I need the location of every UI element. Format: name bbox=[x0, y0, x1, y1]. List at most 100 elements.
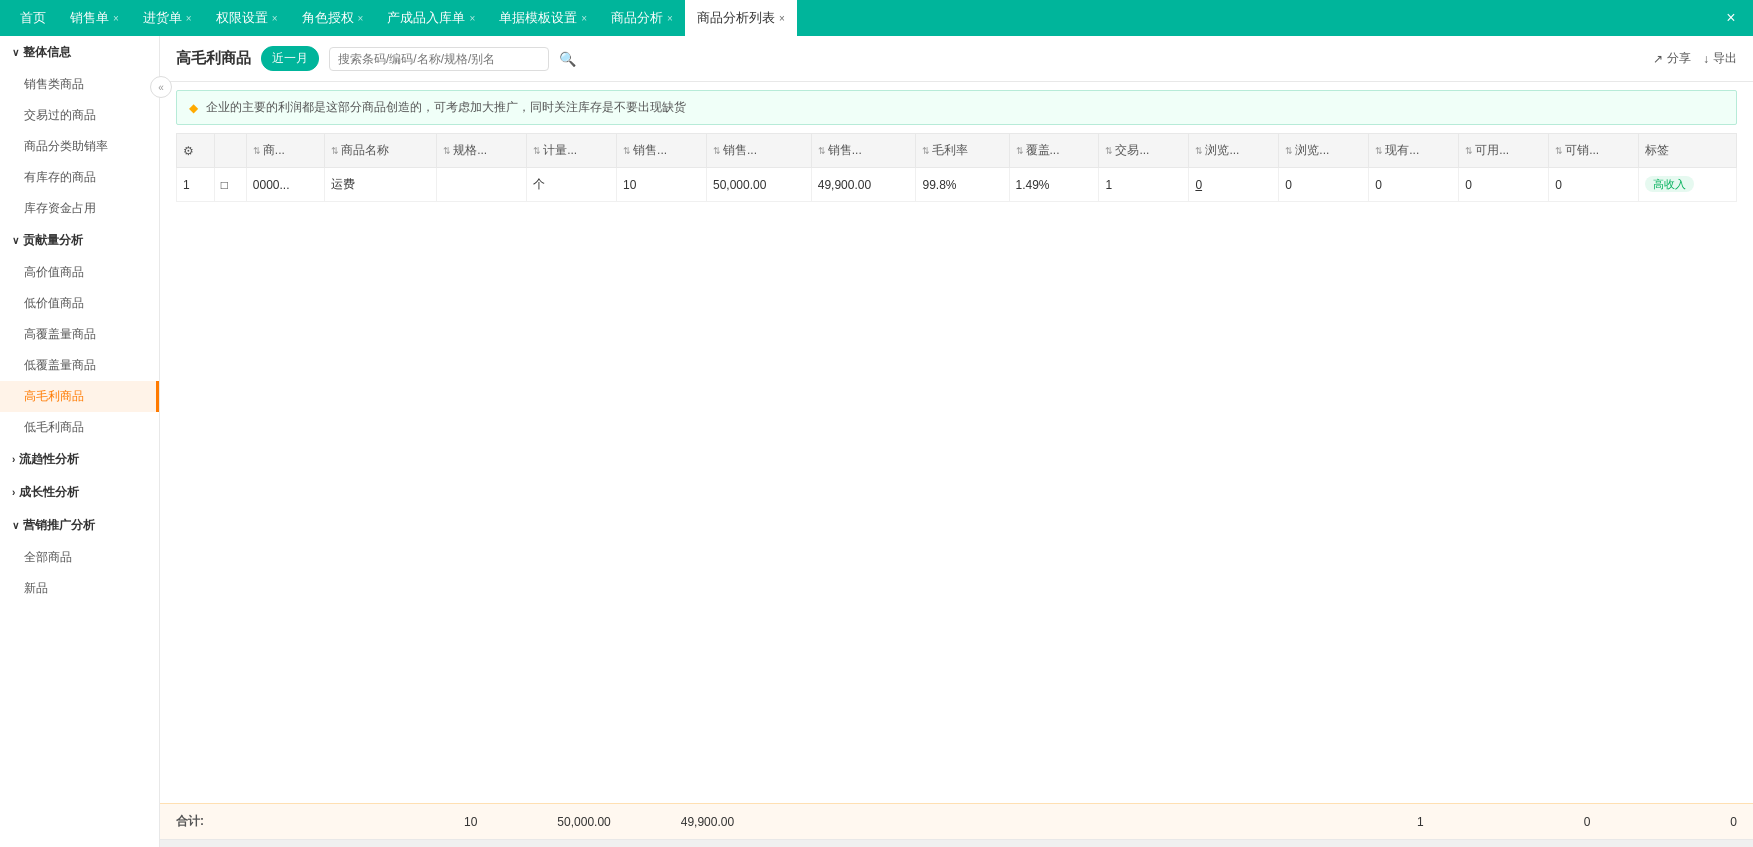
topnav-item-销售单[interactable]: 销售单 × bbox=[58, 0, 131, 36]
sidebar-group-arrow: ∨ bbox=[12, 47, 19, 58]
col-header-gross_margin[interactable]: ⇅毛利率 bbox=[916, 134, 1009, 168]
col-header-name[interactable]: ⇅商品名称 bbox=[325, 134, 437, 168]
sidebar-group-label: 流趋性分析 bbox=[19, 451, 79, 468]
sidebar-item-低毛利商品[interactable]: 低毛利商品 bbox=[0, 412, 159, 443]
sidebar-item-高毛利商品[interactable]: 高毛利商品 bbox=[0, 381, 159, 412]
sidebar-item-高覆盖量商品[interactable]: 高覆盖量商品 bbox=[0, 319, 159, 350]
horizontal-scrollbar[interactable] bbox=[160, 839, 1753, 847]
col-header-available[interactable]: ⇅可用... bbox=[1459, 134, 1549, 168]
cell-index: 1 bbox=[177, 168, 215, 202]
topnav-close-icon[interactable]: × bbox=[272, 13, 278, 24]
col-header-sellable[interactable]: ⇅可销... bbox=[1549, 134, 1639, 168]
topnav-item-单据模板设置[interactable]: 单据模板设置 × bbox=[487, 0, 599, 36]
sidebar: ∨ 整体信息销售类商品交易过的商品商品分类助销率有库存的商品库存资金占用 ∨ 贡献量分… bbox=[0, 36, 160, 847]
info-banner: ◆ 企业的主要的利润都是这部分商品创造的，可考虑加大推广，同时关注库存是不要出现… bbox=[176, 90, 1737, 125]
browse-link[interactable]: 0 bbox=[1195, 178, 1202, 192]
cell-sales_profit: 49,900.00 bbox=[811, 168, 916, 202]
topnav-item-进货单[interactable]: 进货单 × bbox=[131, 0, 204, 36]
sort-icon: ⇅ bbox=[1375, 146, 1383, 156]
window-close-button[interactable]: × bbox=[1717, 4, 1745, 32]
sidebar-group-贡献量分析[interactable]: ∨ 贡献量分析 bbox=[0, 224, 159, 257]
search-input[interactable] bbox=[329, 47, 549, 71]
topnav-close-icon[interactable]: × bbox=[186, 13, 192, 24]
topnav-close-icon[interactable]: × bbox=[469, 13, 475, 24]
sort-icon: ⇅ bbox=[443, 146, 451, 156]
cell-available: 0 bbox=[1459, 168, 1549, 202]
cell-sales_amount: 50,000.00 bbox=[707, 168, 812, 202]
sidebar-group-营销推广分析[interactable]: ∨营销推广分析 bbox=[0, 509, 159, 542]
sidebar-item-低覆盖量商品[interactable]: 低覆盖量商品 bbox=[0, 350, 159, 381]
sort-icon: ⇅ bbox=[713, 146, 721, 156]
col-header-browse2[interactable]: ⇅浏览... bbox=[1279, 134, 1369, 168]
sort-icon: ⇅ bbox=[922, 146, 930, 156]
sidebar-group-label: 贡献量分析 bbox=[23, 232, 83, 249]
export-button[interactable]: ↓ 导出 bbox=[1703, 50, 1737, 67]
table-footer: 合计: 10 50,000.00 49,900.00 1 0 0 bbox=[160, 803, 1753, 839]
sidebar-group-arrow: › bbox=[12, 454, 15, 465]
sort-icon: ⇅ bbox=[1555, 146, 1563, 156]
cell-checkbox[interactable]: □ bbox=[214, 168, 246, 202]
table-wrapper[interactable]: ⚙⇅商...⇅商品名称⇅规格...⇅计量...⇅销售...⇅销售...⇅销售..… bbox=[160, 133, 1753, 803]
topnav-close-icon[interactable]: × bbox=[779, 13, 785, 24]
cell-browse2: 0 bbox=[1279, 168, 1369, 202]
tag-label: 高收入 bbox=[1645, 176, 1694, 192]
cell-code: 0000... bbox=[246, 168, 324, 202]
col-header-trade[interactable]: ⇅交易... bbox=[1099, 134, 1189, 168]
topnav-item-产成品入库单[interactable]: 产成品入库单 × bbox=[375, 0, 487, 36]
sidebar-group-整体信息[interactable]: ∨ 整体信息 bbox=[0, 36, 159, 69]
header-actions: ↗ 分享 ↓ 导出 bbox=[1653, 50, 1737, 67]
cell-sales_count: 10 bbox=[617, 168, 707, 202]
sidebar-item-有库存的商品[interactable]: 有库存的商品 bbox=[0, 162, 159, 193]
cell-current: 0 bbox=[1369, 168, 1459, 202]
sort-icon: ⇅ bbox=[1465, 146, 1473, 156]
sidebar-group-label: 整体信息 bbox=[23, 44, 71, 61]
col-header-coverage[interactable]: ⇅覆盖... bbox=[1009, 134, 1099, 168]
footer-sales-count: 10 bbox=[464, 815, 477, 829]
topnav-item-商品分析[interactable]: 商品分析 × bbox=[599, 0, 685, 36]
col-header-spec[interactable]: ⇅规格... bbox=[437, 134, 527, 168]
col-header-sales_amount[interactable]: ⇅销售... bbox=[707, 134, 812, 168]
col-header-sales_profit[interactable]: ⇅销售... bbox=[811, 134, 916, 168]
sidebar-item-高价值商品[interactable]: 高价值商品 bbox=[0, 257, 159, 288]
col-header-browse1[interactable]: ⇅浏览... bbox=[1189, 134, 1279, 168]
share-button[interactable]: ↗ 分享 bbox=[1653, 50, 1691, 67]
footer-sales-amount: 50,000.00 bbox=[557, 815, 610, 829]
col-header-code[interactable]: ⇅商... bbox=[246, 134, 324, 168]
topnav-item-首页[interactable]: 首页 bbox=[8, 0, 58, 36]
col-header-unit[interactable]: ⇅计量... bbox=[527, 134, 617, 168]
col-header-sales_count[interactable]: ⇅销售... bbox=[617, 134, 707, 168]
main-layout: ∨ 整体信息销售类商品交易过的商品商品分类助销率有库存的商品库存资金占用 ∨ 贡献量分… bbox=[0, 36, 1753, 847]
sidebar-item-全部商品[interactable]: 全部商品 bbox=[0, 542, 159, 573]
topnav-item-角色授权[interactable]: 角色授权 × bbox=[290, 0, 376, 36]
sidebar-group-流趋性分析[interactable]: › 流趋性分析 bbox=[0, 443, 159, 476]
share-icon: ↗ bbox=[1653, 52, 1663, 66]
cell-spec bbox=[437, 168, 527, 202]
sidebar-item-新品[interactable]: 新品 bbox=[0, 573, 159, 604]
footer-current: 0 bbox=[1584, 815, 1591, 829]
col-header-current[interactable]: ⇅现有... bbox=[1369, 134, 1459, 168]
sort-icon: ⇅ bbox=[818, 146, 826, 156]
sidebar-item-销售类商品[interactable]: 销售类商品 bbox=[0, 69, 159, 100]
search-button[interactable]: 🔍 bbox=[559, 51, 576, 67]
info-text: 企业的主要的利润都是这部分商品创造的，可考虑加大推广，同时关注库存是不要出现缺货 bbox=[206, 99, 686, 116]
topnav-close-icon[interactable]: × bbox=[113, 13, 119, 24]
cell-gross_margin: 99.8% bbox=[916, 168, 1009, 202]
sidebar-item-库存资金占用[interactable]: 库存资金占用 bbox=[0, 193, 159, 224]
cell-browse1[interactable]: 0 bbox=[1189, 168, 1279, 202]
topnav-close-icon[interactable]: × bbox=[667, 13, 673, 24]
sidebar-group-成长性分析[interactable]: ›成长性分析 bbox=[0, 476, 159, 509]
filter-recent-month[interactable]: 近一月 bbox=[261, 46, 319, 71]
topnav-close-icon[interactable]: × bbox=[581, 13, 587, 24]
topnav-item-商品分析列表[interactable]: 商品分析列表 × bbox=[685, 0, 797, 36]
sidebar-collapse-button[interactable]: « bbox=[150, 76, 172, 98]
sidebar-wrapper: ∨ 整体信息销售类商品交易过的商品商品分类助销率有库存的商品库存资金占用 ∨ 贡献量分… bbox=[0, 36, 160, 847]
sort-icon: ⇅ bbox=[1016, 146, 1024, 156]
data-table: ⚙⇅商...⇅商品名称⇅规格...⇅计量...⇅销售...⇅销售...⇅销售..… bbox=[176, 133, 1737, 202]
sidebar-item-商品分类助销率[interactable]: 商品分类助销率 bbox=[0, 131, 159, 162]
sidebar-group-arrow: › bbox=[12, 487, 15, 498]
sidebar-item-低价值商品[interactable]: 低价值商品 bbox=[0, 288, 159, 319]
sidebar-item-交易过的商品[interactable]: 交易过的商品 bbox=[0, 100, 159, 131]
sidebar-group-arrow: ∨ bbox=[12, 235, 19, 246]
topnav-item-权限设置[interactable]: 权限设置 × bbox=[204, 0, 290, 36]
topnav-close-icon[interactable]: × bbox=[358, 13, 364, 24]
